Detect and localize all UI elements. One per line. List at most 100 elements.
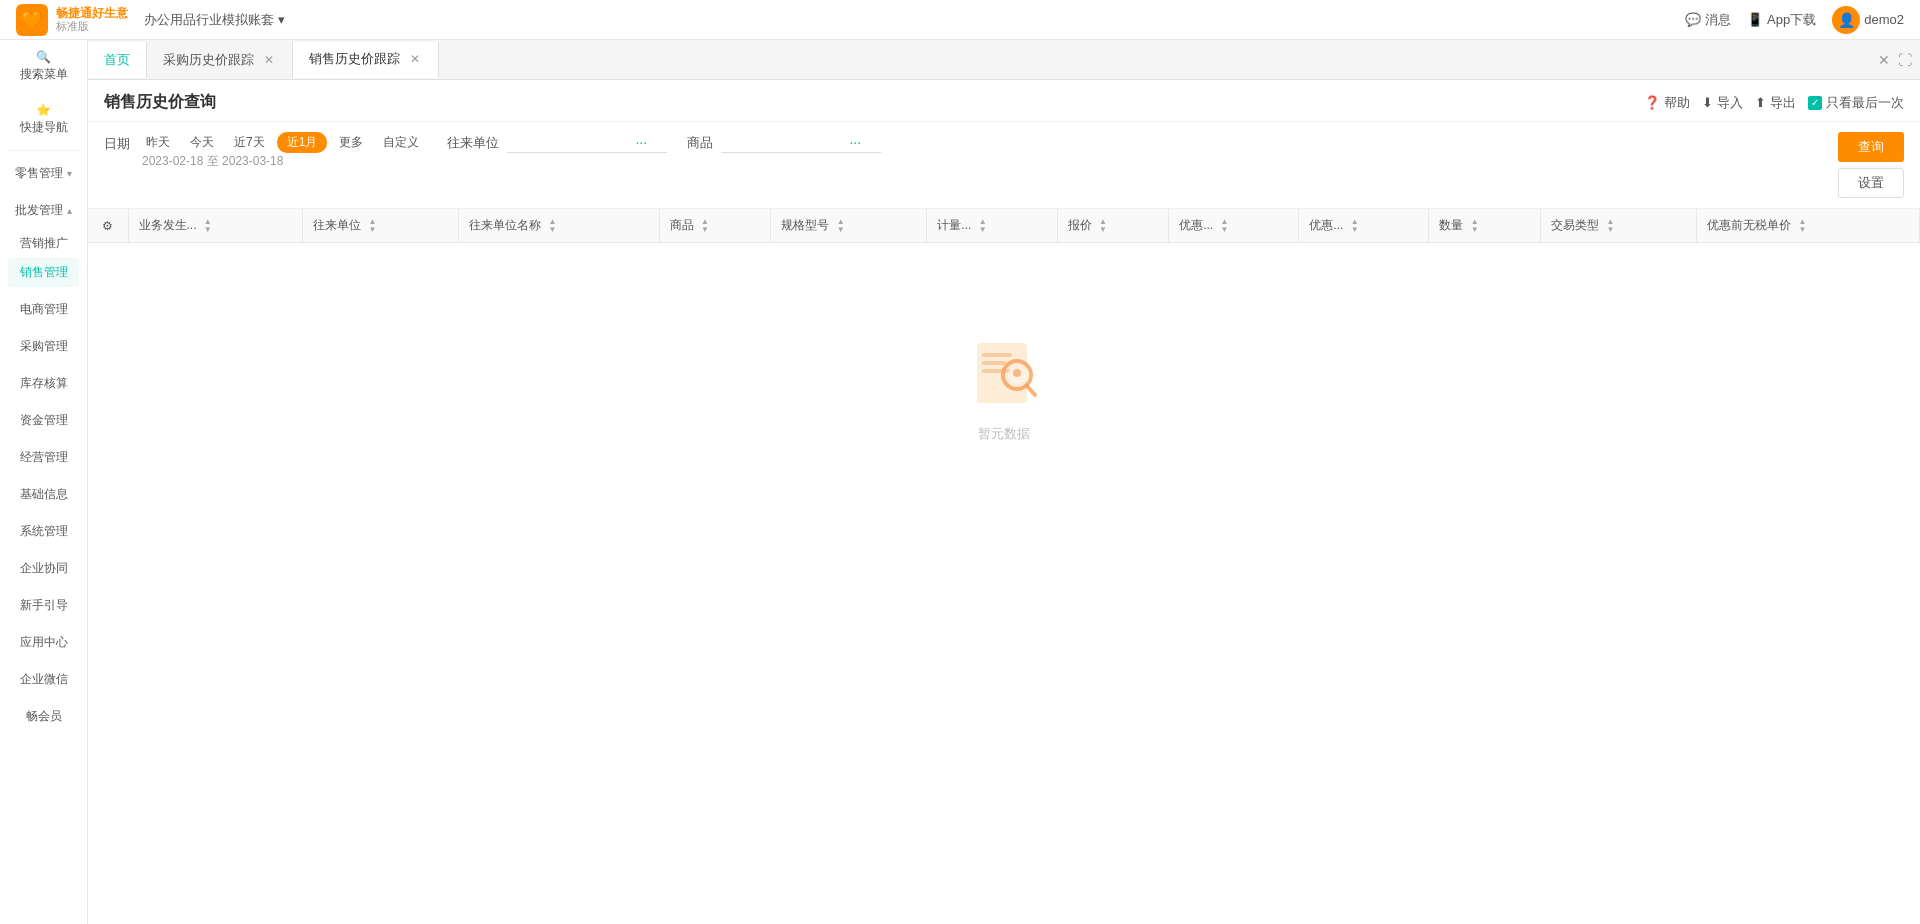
sidebar-item-basic-info[interactable]: 基础信息 xyxy=(0,476,87,513)
th-quantity-label: 数量 xyxy=(1439,218,1463,232)
app-selector[interactable]: 办公用品行业模拟账套 ▾ xyxy=(136,7,293,33)
tab-purchase-history[interactable]: 采购历史价跟踪 ✕ xyxy=(147,42,293,78)
tab-maximize-icon[interactable]: ⛶ xyxy=(1898,52,1912,68)
settings-gear-icon[interactable]: ⚙ xyxy=(102,219,113,233)
sidebar-item-operations[interactable]: 经营管理 xyxy=(0,439,87,476)
goods-input-field[interactable] xyxy=(725,135,845,150)
sidebar-item-system-mgmt[interactable]: 系统管理 xyxy=(0,513,87,550)
checkbox-checked-icon: ✓ xyxy=(1808,96,1822,110)
partner-input[interactable]: ··· xyxy=(507,132,667,153)
tab-sales-history[interactable]: 销售历史价跟踪 ✕ xyxy=(293,42,439,78)
th-biz-date[interactable]: 业务发生... ▲▼ xyxy=(128,209,303,243)
sidebar-label-wholesale-mgmt: 批发管理 xyxy=(15,202,63,219)
tab-sales-history-close[interactable]: ✕ xyxy=(408,50,422,68)
user-profile[interactable]: 👤 demo2 xyxy=(1832,6,1904,34)
top-bar-right: 💬 消息 📱 App下载 👤 demo2 xyxy=(1685,6,1904,34)
main-layout: 🔍 搜索菜单 ⭐ 快捷导航 零售管理 ▾ 批发管理 ▴ 营销推广 销售管理 电商… xyxy=(0,40,1920,924)
th-pretax-price[interactable]: 优惠前无税单价 ▲▼ xyxy=(1697,209,1920,243)
partner-filter-group: 往来单位 ··· xyxy=(447,132,667,153)
date-btn-today[interactable]: 今天 xyxy=(182,132,222,153)
page-header-actions: ❓ 帮助 ⬇ 导入 ⬆ 导出 ✓ 只看最后一次 xyxy=(1644,94,1904,112)
tab-purchase-history-close[interactable]: ✕ xyxy=(262,51,276,69)
page-content: 销售历史价查询 ❓ 帮助 ⬇ 导入 ⬆ 导出 ✓ xyxy=(88,80,1920,924)
goods-dots-button[interactable]: ··· xyxy=(849,134,861,150)
date-btn-7days[interactable]: 近7天 xyxy=(226,132,273,153)
import-label: 导入 xyxy=(1717,94,1743,112)
tab-home[interactable]: 首页 xyxy=(88,42,147,78)
sidebar-item-member[interactable]: 畅会员 xyxy=(0,698,87,735)
sidebar-label-finance: 资金管理 xyxy=(20,412,68,429)
sidebar-item-enterprise-wechat[interactable]: 企业微信 xyxy=(0,661,87,698)
sort-icon-goods: ▲▼ xyxy=(701,218,709,234)
th-spec[interactable]: 规格型号 ▲▼ xyxy=(771,209,927,243)
sort-icon-quote: ▲▼ xyxy=(1099,218,1107,234)
sidebar-label-ecommerce: 电商管理 xyxy=(20,301,68,318)
sidebar-item-beginner-guide[interactable]: 新手引导 xyxy=(0,587,87,624)
partner-label: 往来单位 xyxy=(447,134,499,152)
date-btn-more[interactable]: 更多 xyxy=(331,132,371,153)
th-unit-label: 计量... xyxy=(937,218,971,232)
sidebar-item-marketing[interactable]: 营销推广 xyxy=(8,229,79,258)
table-header: ⚙ 业务发生... ▲▼ 往来单位 ▲▼ 往来单位名称 xyxy=(88,209,1920,243)
goods-input[interactable]: ··· xyxy=(721,132,881,153)
date-btn-custom[interactable]: 自定义 xyxy=(375,132,427,153)
sidebar-item-inventory[interactable]: 库存核算 xyxy=(0,365,87,402)
sidebar-label-retail-mgmt: 零售管理 xyxy=(15,165,63,182)
th-discount1[interactable]: 优惠... ▲▼ xyxy=(1169,209,1299,243)
date-btn-yesterday[interactable]: 昨天 xyxy=(138,132,178,153)
sort-icon-unit: ▲▼ xyxy=(979,218,987,234)
wholesale-sub-section: 营销推广 销售管理 xyxy=(0,229,87,291)
tab-purchase-history-label: 采购历史价跟踪 xyxy=(163,51,254,69)
th-trade-type[interactable]: 交易类型 ▲▼ xyxy=(1541,209,1697,243)
th-partner-name[interactable]: 往来单位名称 ▲▼ xyxy=(459,209,660,243)
avatar: 👤 xyxy=(1832,6,1860,34)
sidebar-item-retail-mgmt[interactable]: 零售管理 ▾ xyxy=(0,155,87,192)
th-pretax-price-label: 优惠前无税单价 xyxy=(1707,218,1791,232)
date-btn-1month[interactable]: 近1月 xyxy=(277,132,328,153)
page-header: 销售历史价查询 ❓ 帮助 ⬇ 导入 ⬆ 导出 ✓ xyxy=(88,80,1920,122)
th-quote[interactable]: 报价 ▲▼ xyxy=(1057,209,1169,243)
query-button[interactable]: 查询 xyxy=(1838,132,1904,162)
sidebar-label-beginner-guide: 新手引导 xyxy=(20,597,68,614)
sidebar-item-quick-nav[interactable]: ⭐ 快捷导航 xyxy=(0,93,87,146)
chat-button[interactable]: 💬 消息 xyxy=(1685,11,1731,29)
settings-button[interactable]: 设置 xyxy=(1838,168,1904,198)
sidebar-label-purchase-mgmt: 采购管理 xyxy=(20,338,68,355)
help-icon: ❓ xyxy=(1644,95,1660,110)
help-button[interactable]: ❓ 帮助 xyxy=(1644,94,1690,112)
th-discount2[interactable]: 优惠... ▲▼ xyxy=(1299,209,1429,243)
tab-close-all-icon[interactable]: ✕ xyxy=(1878,52,1890,68)
export-label: 导出 xyxy=(1770,94,1796,112)
sidebar-label-member: 畅会员 xyxy=(26,708,62,725)
sidebar-label-app-center: 应用中心 xyxy=(20,634,68,651)
th-goods[interactable]: 商品 ▲▼ xyxy=(659,209,771,243)
th-unit[interactable]: 计量... ▲▼ xyxy=(927,209,1057,243)
sidebar-divider-1 xyxy=(8,150,79,151)
tab-bar: 首页 采购历史价跟踪 ✕ 销售历史价跟踪 ✕ ✕ ⛶ xyxy=(88,40,1920,80)
th-partner-code[interactable]: 往来单位 ▲▼ xyxy=(303,209,459,243)
user-name: demo2 xyxy=(1864,12,1904,27)
sidebar-item-enterprise-collab[interactable]: 企业协同 xyxy=(0,550,87,587)
sidebar-item-search-menu[interactable]: 🔍 搜索菜单 xyxy=(0,40,87,93)
partner-input-field[interactable] xyxy=(511,135,631,150)
sidebar-item-sales-mgmt[interactable]: 销售管理 xyxy=(8,258,79,287)
sidebar-item-ecommerce[interactable]: 电商管理 xyxy=(0,291,87,328)
sidebar-label-enterprise-collab: 企业协同 xyxy=(20,560,68,577)
date-options-col: 昨天 今天 近7天 近1月 更多 自定义 2023-02-18 至 2023-0… xyxy=(138,132,427,170)
th-spec-label: 规格型号 xyxy=(781,218,829,232)
sidebar-label-search-menu: 搜索菜单 xyxy=(20,66,68,83)
partner-dots-button[interactable]: ··· xyxy=(635,134,647,150)
sidebar-item-app-center[interactable]: 应用中心 xyxy=(0,624,87,661)
sidebar-item-purchase-mgmt[interactable]: 采购管理 xyxy=(0,328,87,365)
show-last-checkbox[interactable]: ✓ 只看最后一次 xyxy=(1808,94,1904,112)
app-download-button[interactable]: 📱 App下载 xyxy=(1747,11,1816,29)
export-button[interactable]: ⬆ 导出 xyxy=(1755,94,1796,112)
th-quote-label: 报价 xyxy=(1068,218,1092,232)
import-button[interactable]: ⬇ 导入 xyxy=(1702,94,1743,112)
sidebar-item-wholesale-mgmt[interactable]: 批发管理 ▴ xyxy=(0,192,87,229)
table-header-row: ⚙ 业务发生... ▲▼ 往来单位 ▲▼ 往来单位名称 xyxy=(88,209,1920,243)
sidebar-item-finance[interactable]: 资金管理 xyxy=(0,402,87,439)
goods-filter-group: 商品 ··· xyxy=(687,132,881,153)
th-quantity[interactable]: 数量 ▲▼ xyxy=(1429,209,1541,243)
th-settings[interactable]: ⚙ xyxy=(88,209,128,243)
